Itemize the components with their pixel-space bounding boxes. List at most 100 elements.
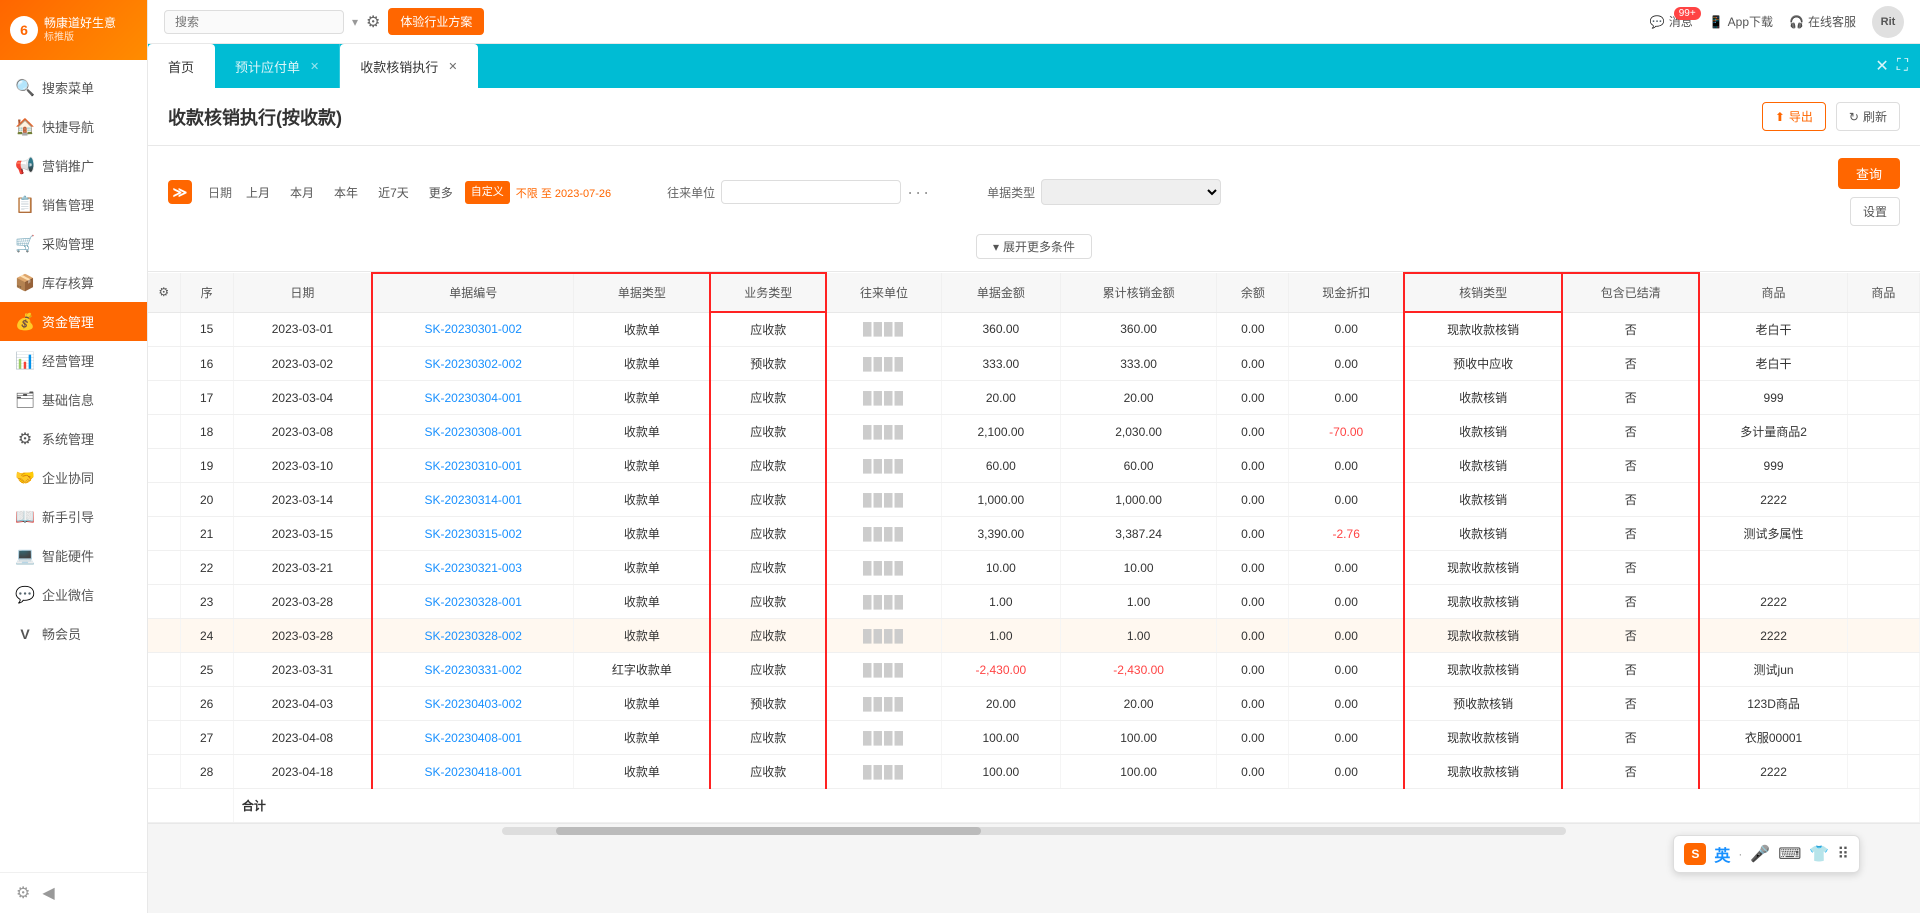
- bill-no-link[interactable]: SK-20230315-002: [372, 517, 574, 551]
- horizontal-scrollbar[interactable]: [148, 823, 1920, 839]
- bill-no-link[interactable]: SK-20230315-002: [425, 527, 522, 541]
- table-cell[interactable]: [148, 619, 180, 653]
- sidebar-item-marketing[interactable]: 📢 营销推广: [0, 146, 147, 185]
- bill-no-link[interactable]: SK-20230403-002: [425, 697, 522, 711]
- messages-btn[interactable]: 💬 消息 99+: [1650, 13, 1693, 30]
- tab-prepay-close-icon[interactable]: ✕: [310, 60, 319, 73]
- partner-filter-input[interactable]: [721, 180, 901, 204]
- this-month-btn[interactable]: 本月: [282, 181, 322, 204]
- table-cell[interactable]: [148, 415, 180, 449]
- ime-grid-icon[interactable]: ⠿: [1837, 844, 1849, 864]
- bill-no-link[interactable]: SK-20230328-002: [372, 619, 574, 653]
- table-cell[interactable]: [148, 755, 180, 789]
- filter-toggle-btn[interactable]: ≫: [168, 180, 192, 204]
- bill-no-link[interactable]: SK-20230328-001: [425, 595, 522, 609]
- bill-no-link[interactable]: SK-20230321-003: [372, 551, 574, 585]
- topbar-gear-icon[interactable]: ⚙: [366, 12, 380, 32]
- table-cell[interactable]: [148, 449, 180, 483]
- custom-date-btn[interactable]: 自定义: [465, 181, 510, 204]
- table-cell[interactable]: [148, 721, 180, 755]
- table-cell[interactable]: [148, 687, 180, 721]
- table-cell[interactable]: [148, 653, 180, 687]
- bill-no-link[interactable]: SK-20230310-001: [372, 449, 574, 483]
- more-options-icon[interactable]: ···: [907, 182, 931, 203]
- bill-no-link[interactable]: SK-20230408-001: [372, 721, 574, 755]
- topbar-right: 💬 消息 99+ 📱 App下载 🎧 在线客服 Rit: [1650, 6, 1904, 38]
- sidebar-item-operation[interactable]: 📊 经营管理: [0, 341, 147, 380]
- table-cell: 0.00: [1217, 551, 1289, 585]
- bill-no-link[interactable]: SK-20230331-002: [372, 653, 574, 687]
- bill-no-link[interactable]: SK-20230304-001: [425, 391, 522, 405]
- bill-no-link[interactable]: SK-20230308-001: [425, 425, 522, 439]
- settings-bottom-icon[interactable]: ⚙: [16, 883, 30, 903]
- sidebar-item-guide[interactable]: 📖 新手引导: [0, 497, 147, 536]
- sidebar-item-quicknav[interactable]: 🏠 快捷导航: [0, 107, 147, 146]
- query-btn[interactable]: 查询: [1838, 158, 1900, 189]
- bill-no-link[interactable]: SK-20230418-001: [425, 765, 522, 779]
- sidebar-item-finance[interactable]: 💰 资金管理: [0, 302, 147, 341]
- topbar-search[interactable]: [164, 10, 344, 34]
- bill-no-link[interactable]: SK-20230331-002: [425, 663, 522, 677]
- bill-no-link[interactable]: SK-20230310-001: [425, 459, 522, 473]
- bill-no-link[interactable]: SK-20230321-003: [425, 561, 522, 575]
- sidebar-item-sales[interactable]: 📋 销售管理: [0, 185, 147, 224]
- bill-no-link[interactable]: SK-20230302-002: [372, 347, 574, 381]
- more-date-btn[interactable]: 更多: [421, 181, 461, 204]
- last-7-days-btn[interactable]: 近7天: [370, 181, 417, 204]
- table-cell[interactable]: [148, 551, 180, 585]
- sidebar-item-inventory[interactable]: 📦 库存核算: [0, 263, 147, 302]
- table-cell[interactable]: [148, 347, 180, 381]
- bill-type-filter-select[interactable]: [1041, 179, 1221, 205]
- ime-shirt-icon[interactable]: 👕: [1809, 844, 1829, 864]
- sidebar-item-hardware[interactable]: 💻 智能硬件: [0, 536, 147, 575]
- refresh-btn[interactable]: ↻ 刷新: [1836, 102, 1900, 131]
- bill-no-link[interactable]: SK-20230301-002: [425, 322, 522, 336]
- table-cell[interactable]: [148, 483, 180, 517]
- sidebar-item-enterprise[interactable]: 🤝 企业协同: [0, 458, 147, 497]
- export-btn[interactable]: ⬆ 导出: [1762, 102, 1826, 131]
- bill-no-link[interactable]: SK-20230328-002: [425, 629, 522, 643]
- ime-mic-icon[interactable]: 🎤: [1750, 844, 1770, 864]
- last-month-btn[interactable]: 上月: [238, 181, 278, 204]
- bill-no-link[interactable]: SK-20230403-002: [372, 687, 574, 721]
- table-cell[interactable]: [148, 312, 180, 347]
- app-download-btn[interactable]: 📱 App下载: [1709, 13, 1773, 30]
- bill-no-link[interactable]: SK-20230408-001: [425, 731, 522, 745]
- sidebar-item-search[interactable]: 🔍 搜索菜单: [0, 68, 147, 107]
- bill-no-link[interactable]: SK-20230301-002: [372, 312, 574, 347]
- sidebar-item-wechat[interactable]: 💬 企业微信: [0, 575, 147, 614]
- table-cell[interactable]: [148, 585, 180, 619]
- table-cell: 0.00: [1217, 483, 1289, 517]
- sidebar-item-basic[interactable]: 🗂 基础信息: [0, 380, 147, 419]
- sidebar-item-member[interactable]: V 畅会员: [0, 614, 147, 653]
- online-service-btn[interactable]: 🎧 在线客服: [1789, 13, 1856, 30]
- table-cell[interactable]: [148, 381, 180, 415]
- tab-cancel-exec[interactable]: 收款核销执行 ✕: [340, 44, 478, 88]
- industry-btn[interactable]: 体验行业方案: [388, 8, 484, 35]
- close-window-icon[interactable]: ✕: [1875, 56, 1888, 76]
- collapse-icon[interactable]: ◀: [42, 883, 54, 903]
- bill-no-link[interactable]: SK-20230302-002: [425, 357, 522, 371]
- ime-keyboard-icon[interactable]: ⌨: [1778, 844, 1801, 864]
- expand-conditions-btn[interactable]: ▾ 展开更多条件: [976, 234, 1092, 259]
- maximize-icon[interactable]: ⛶: [1897, 57, 1908, 75]
- tab-home[interactable]: 首页: [148, 44, 215, 88]
- bill-no-link[interactable]: SK-20230308-001: [372, 415, 574, 449]
- table-cell[interactable]: [148, 517, 180, 551]
- bill-no-link[interactable]: SK-20230304-001: [372, 381, 574, 415]
- this-year-btn[interactable]: 本年: [326, 181, 366, 204]
- ime-english-icon[interactable]: 英: [1714, 842, 1730, 866]
- page-header-actions: ⬆ 导出 ↻ 刷新: [1762, 102, 1900, 131]
- sidebar-item-purchase[interactable]: 🛒 采购管理: [0, 224, 147, 263]
- sidebar-item-system[interactable]: ⚙ 系统管理: [0, 419, 147, 458]
- col-header-gear[interactable]: ⚙: [148, 273, 180, 312]
- bill-no-link[interactable]: SK-20230418-001: [372, 755, 574, 789]
- bill-no-link[interactable]: SK-20230328-001: [372, 585, 574, 619]
- bill-no-link[interactable]: SK-20230314-001: [425, 493, 522, 507]
- user-avatar[interactable]: Rit: [1872, 6, 1904, 38]
- filter-settings-btn[interactable]: 设置: [1850, 197, 1900, 226]
- tab-prepay[interactable]: 预计应付单 ✕: [215, 44, 340, 88]
- tab-cancel-exec-close-icon[interactable]: ✕: [448, 60, 457, 73]
- bill-no-link[interactable]: SK-20230314-001: [372, 483, 574, 517]
- table-cell: 2222: [1699, 585, 1847, 619]
